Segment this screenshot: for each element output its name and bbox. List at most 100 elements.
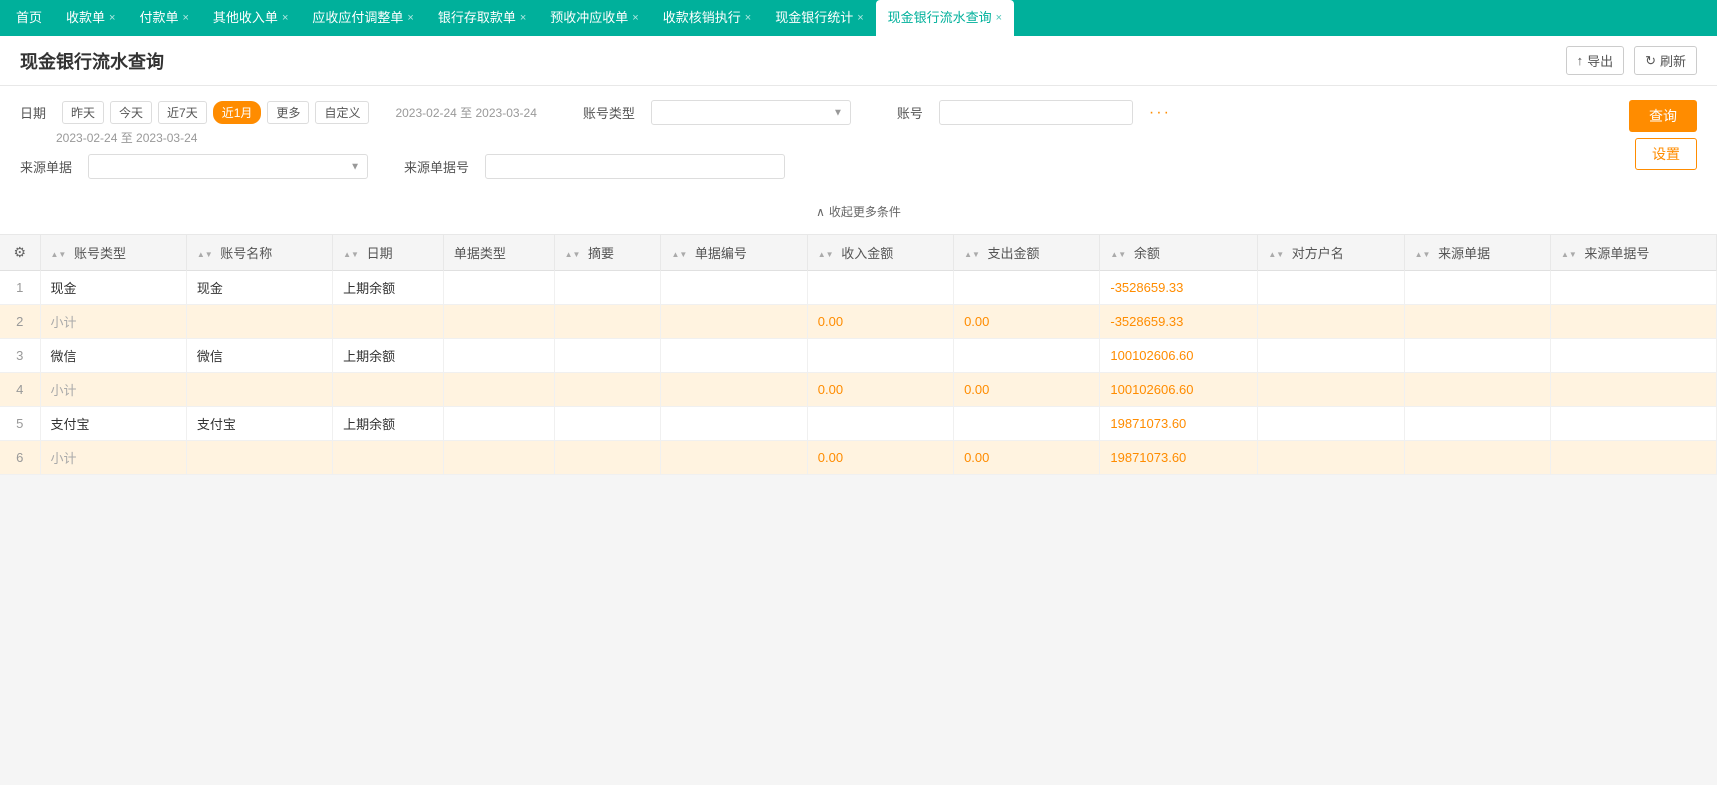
row-doc-no	[661, 305, 807, 339]
nav-item-payment[interactable]: 付款单 ×	[127, 0, 200, 36]
date-btn-yesterday[interactable]: 昨天	[62, 101, 104, 124]
nav-item-home[interactable]: 首页	[4, 0, 54, 36]
row-doc-type	[443, 339, 554, 373]
close-icon[interactable]: ×	[632, 0, 638, 36]
balance-column-header[interactable]: ▲▼ 余额	[1100, 235, 1258, 271]
date-btn-more[interactable]: 更多	[267, 101, 309, 124]
expense-column-header[interactable]: ▲▼ 支出金额	[954, 235, 1100, 271]
table-row[interactable]: 2 小计 0.00 0.00 -3528659.33	[0, 305, 1717, 339]
close-icon[interactable]: ×	[520, 0, 526, 36]
nav-item-cash-stats[interactable]: 现金银行统计 ×	[763, 0, 875, 36]
row-source-doc	[1404, 407, 1550, 441]
row-index: 5	[0, 407, 40, 441]
row-source-doc	[1404, 305, 1550, 339]
row-balance: 100102606.60	[1100, 339, 1258, 373]
row-income: 0.00	[807, 441, 953, 475]
close-icon[interactable]: ×	[282, 0, 288, 36]
row-summary	[554, 407, 661, 441]
row-summary	[554, 441, 661, 475]
row-source-doc-no	[1550, 407, 1716, 441]
gear-icon: ⚙	[13, 244, 26, 260]
account-type-column-header[interactable]: ▲▼ 账号类型	[40, 235, 186, 271]
row-doc-no	[661, 441, 807, 475]
row-account-name	[186, 373, 332, 407]
row-index: 4	[0, 373, 40, 407]
header-actions: ↑ 导出 ↻ 刷新	[1566, 46, 1697, 75]
gear-column-header[interactable]: ⚙	[0, 235, 40, 271]
nav-item-other-income[interactable]: 其他收入单 ×	[201, 0, 300, 36]
query-button[interactable]: 查询	[1629, 100, 1697, 132]
close-icon[interactable]: ×	[182, 0, 188, 36]
table-row[interactable]: 4 小计 0.00 0.00 100102606.60	[0, 373, 1717, 407]
filter-area: 日期 昨天 今天 近7天 近1月 更多 自定义 2023-02-24 至 202…	[0, 86, 1717, 235]
sort-arrows: ▲▼	[51, 251, 67, 259]
sort-arrows: ▲▼	[1561, 251, 1577, 259]
date-btn-1month[interactable]: 近1月	[213, 101, 262, 124]
table-container: ⚙ ▲▼ 账号类型 ▲▼ 账号名称 ▲▼ 日期 单据类型 ▲▼	[0, 235, 1717, 475]
nav-item-bank-deposit[interactable]: 银行存取款单 ×	[426, 0, 538, 36]
row-doc-type	[443, 441, 554, 475]
account-input[interactable]	[939, 100, 1133, 125]
sort-arrows: ▲▼	[1268, 251, 1284, 259]
close-icon[interactable]: ×	[996, 0, 1002, 36]
counterparty-column-header[interactable]: ▲▼ 对方户名	[1258, 235, 1404, 271]
row-income: 0.00	[807, 373, 953, 407]
close-icon[interactable]: ×	[407, 0, 413, 36]
nav-item-cash-flow[interactable]: 现金银行流水查询 ×	[876, 0, 1014, 36]
source-doc-no-input[interactable]	[485, 154, 785, 179]
row-doc-no	[661, 373, 807, 407]
page-title: 现金银行流水查询	[20, 48, 164, 74]
row-summary	[554, 305, 661, 339]
close-icon[interactable]: ×	[109, 0, 115, 36]
close-icon[interactable]: ×	[745, 0, 751, 36]
row-index: 1	[0, 271, 40, 305]
nav-item-receipt[interactable]: 收款单 ×	[54, 0, 127, 36]
doc-no-column-header[interactable]: ▲▼ 单据编号	[661, 235, 807, 271]
row-date	[333, 305, 444, 339]
account-type-select[interactable]	[651, 100, 851, 125]
source-doc-no-label: 来源单据号	[404, 157, 469, 176]
row-doc-type	[443, 305, 554, 339]
table-row[interactable]: 6 小计 0.00 0.00 19871073.60	[0, 441, 1717, 475]
collapse-label: 收起更多条件	[829, 203, 901, 220]
date-btn-today[interactable]: 今天	[110, 101, 152, 124]
dots-button[interactable]: ···	[1149, 104, 1171, 122]
date-btn-7days[interactable]: 近7天	[158, 101, 207, 124]
close-icon[interactable]: ×	[857, 0, 863, 36]
table-row[interactable]: 3 微信 微信 上期余额 100102606.60	[0, 339, 1717, 373]
account-name-column-header[interactable]: ▲▼ 账号名称	[186, 235, 332, 271]
settings-button[interactable]: 设置	[1635, 138, 1697, 170]
export-button[interactable]: ↑ 导出	[1566, 46, 1625, 75]
row-source-doc-no	[1550, 441, 1716, 475]
row-income	[807, 339, 953, 373]
sort-arrows: ▲▼	[1110, 251, 1126, 259]
row-doc-type	[443, 373, 554, 407]
nav-item-collection[interactable]: 收款核销执行 ×	[651, 0, 763, 36]
row-source-doc-no	[1550, 339, 1716, 373]
table-row[interactable]: 1 现金 现金 上期余额 -3528659.33	[0, 271, 1717, 305]
source-doc-column-header[interactable]: ▲▼ 来源单据	[1404, 235, 1550, 271]
row-counterparty	[1258, 271, 1404, 305]
nav-item-adjustment[interactable]: 应收应付调整单 ×	[300, 0, 425, 36]
source-doc-no-column-header[interactable]: ▲▼ 来源单据号	[1550, 235, 1716, 271]
row-account-type: 小计	[40, 305, 186, 339]
source-doc-row: 来源单据 来源单据号	[20, 154, 1609, 179]
date-column-header[interactable]: ▲▼ 日期	[333, 235, 444, 271]
row-expense: 0.00	[954, 441, 1100, 475]
doc-type-column-header[interactable]: 单据类型	[443, 235, 554, 271]
sort-arrows: ▲▼	[343, 251, 359, 259]
table-row[interactable]: 5 支付宝 支付宝 上期余额 19871073.60	[0, 407, 1717, 441]
income-column-header[interactable]: ▲▼ 收入金额	[807, 235, 953, 271]
row-account-type: 支付宝	[40, 407, 186, 441]
date-buttons: 昨天 今天 近7天 近1月 更多 自定义	[62, 101, 369, 124]
nav-item-prepaid[interactable]: 预收冲应收单 ×	[538, 0, 650, 36]
row-source-doc	[1404, 373, 1550, 407]
date-btn-custom[interactable]: 自定义	[315, 101, 369, 124]
collapse-bar[interactable]: ∧ 收起更多条件	[20, 199, 1697, 224]
row-income	[807, 271, 953, 305]
row-expense: 0.00	[954, 373, 1100, 407]
row-balance: 19871073.60	[1100, 407, 1258, 441]
source-doc-select[interactable]	[88, 154, 368, 179]
refresh-button[interactable]: ↻ 刷新	[1634, 46, 1697, 75]
summary-column-header[interactable]: ▲▼ 摘要	[554, 235, 661, 271]
